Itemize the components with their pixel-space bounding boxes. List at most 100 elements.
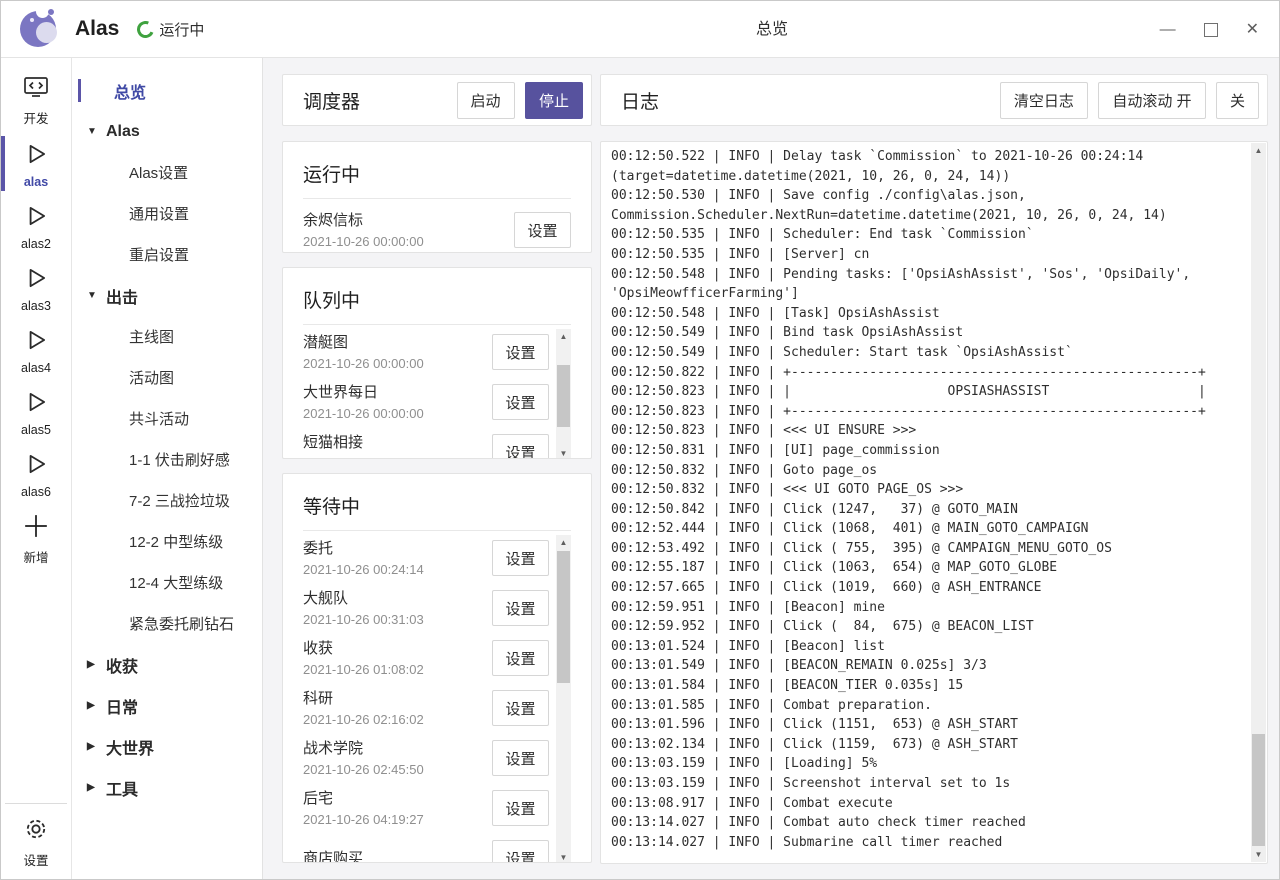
task-time: 2021-10-26 00:31:03 bbox=[303, 610, 492, 630]
sidebar-instance-item[interactable]: alas3 bbox=[1, 257, 71, 318]
task-row: 潜艇图 2021-10-26 00:00:00 设置 bbox=[303, 327, 549, 377]
task-row: 战术学院 2021-10-26 02:45:50 设置 bbox=[303, 733, 549, 783]
scrollbar-thumb[interactable] bbox=[1252, 734, 1265, 846]
nav-item[interactable]: 重启设置 bbox=[72, 234, 262, 275]
nav-item-label: 12-4 大型练级 bbox=[129, 572, 223, 593]
task-name: 潜艇图 bbox=[303, 331, 492, 354]
pending-title: 队列中 bbox=[303, 280, 571, 324]
task-time: 2021-10-26 00:00:00 bbox=[303, 354, 492, 374]
task-row: 商店购买 设置 bbox=[303, 833, 549, 863]
nav-item[interactable]: Alas设置 bbox=[72, 152, 262, 193]
scrollbar-thumb[interactable] bbox=[557, 551, 570, 683]
nav-arrow-icon: ▶ bbox=[87, 782, 106, 793]
log-column: 日志 清空日志 自动滚动 开 关 00:12:50.522 | INFO | D… bbox=[600, 74, 1268, 880]
log-line: 00:13:01.585 | INFO | Combat preparation… bbox=[611, 696, 1241, 716]
log-line: 00:13:02.134 | INFO | Click (1159, 673) … bbox=[611, 735, 1241, 755]
task-settings-button[interactable]: 设置 bbox=[492, 840, 549, 863]
task-time: 2021-10-26 04:19:27 bbox=[303, 810, 492, 830]
scroll-down-icon[interactable]: ▼ bbox=[556, 851, 571, 863]
task-name: 短猫相接 bbox=[303, 431, 492, 454]
scheduler-stop-button[interactable]: 停止 bbox=[525, 82, 583, 119]
sidebar-item-label: alas bbox=[24, 175, 48, 189]
settings-label: 设置 bbox=[23, 850, 48, 869]
task-settings-button[interactable]: 设置 bbox=[514, 212, 571, 248]
nav-item[interactable]: ▼ 出击 bbox=[72, 275, 262, 316]
scroll-down-icon[interactable]: ▼ bbox=[556, 447, 571, 459]
task-time: 2021-10-26 01:08:02 bbox=[303, 660, 492, 680]
scrollbar-thumb[interactable] bbox=[557, 365, 570, 427]
nav-item-label: 12-2 中型练级 bbox=[129, 531, 223, 552]
close-button[interactable]: ✕ bbox=[1246, 22, 1259, 38]
nav-item[interactable]: 总览 bbox=[72, 70, 262, 111]
nav-item-label: Alas设置 bbox=[129, 162, 188, 183]
task-info: 余烬信标 2021-10-26 00:00:00 bbox=[303, 209, 514, 252]
nav-item[interactable]: 共斗活动 bbox=[72, 398, 262, 439]
log-scrollbar[interactable]: ▲ ▼ bbox=[1251, 143, 1266, 862]
nav-item[interactable]: ▶ 收获 bbox=[72, 644, 262, 685]
log-panel-header: 日志 清空日志 自动滚动 开 关 bbox=[600, 74, 1268, 126]
task-settings-button[interactable]: 设置 bbox=[492, 434, 549, 459]
task-settings-button[interactable]: 设置 bbox=[492, 640, 549, 676]
maximize-button[interactable] bbox=[1204, 23, 1218, 37]
log-title: 日志 bbox=[621, 87, 659, 114]
sidebar-instance-item[interactable]: alas bbox=[1, 133, 71, 194]
nav-item[interactable]: 主线图 bbox=[72, 316, 262, 357]
task-info: 潜艇图 2021-10-26 00:00:00 bbox=[303, 331, 492, 374]
sidebar-instance-item[interactable]: alas5 bbox=[1, 381, 71, 442]
minimize-button[interactable]: — bbox=[1160, 22, 1176, 38]
task-settings-button[interactable]: 设置 bbox=[492, 590, 549, 626]
task-settings-button[interactable]: 设置 bbox=[492, 334, 549, 370]
log-line: 00:12:50.823 | INFO | +-----------------… bbox=[611, 402, 1241, 422]
sidebar-instance-item[interactable]: 新增 bbox=[1, 505, 71, 571]
autoscroll-off-button[interactable]: 关 bbox=[1216, 82, 1259, 119]
task-settings-button[interactable]: 设置 bbox=[492, 384, 549, 420]
task-name: 后宅 bbox=[303, 787, 492, 810]
plus-icon bbox=[23, 513, 49, 544]
log-line: 00:13:08.917 | INFO | Combat execute bbox=[611, 794, 1241, 814]
nav-item[interactable]: 12-2 中型练级 bbox=[72, 521, 262, 562]
divider bbox=[303, 198, 571, 199]
sidebar-item-label: 新增 bbox=[23, 547, 48, 566]
nav-item[interactable]: 7-2 三战捡垃圾 bbox=[72, 480, 262, 521]
task-settings-button[interactable]: 设置 bbox=[492, 540, 549, 576]
nav-item[interactable]: 活动图 bbox=[72, 357, 262, 398]
task-info: 科研 2021-10-26 02:16:02 bbox=[303, 687, 492, 730]
nav-item[interactable]: ▶ 日常 bbox=[72, 685, 262, 726]
sidebar-instance-item[interactable]: alas6 bbox=[1, 443, 71, 504]
log-line: 00:13:01.524 | INFO | [Beacon] list bbox=[611, 637, 1241, 657]
scroll-up-icon[interactable]: ▲ bbox=[1251, 144, 1266, 157]
log-line: 00:12:50.822 | INFO | +-----------------… bbox=[611, 363, 1241, 383]
pending-scrollbar[interactable]: ▲ ▼ bbox=[556, 329, 571, 459]
task-settings-button[interactable]: 设置 bbox=[492, 740, 549, 776]
waiting-scrollbar[interactable]: ▲ ▼ bbox=[556, 535, 571, 863]
nav-item[interactable]: 通用设置 bbox=[72, 193, 262, 234]
task-row: 后宅 2021-10-26 04:19:27 设置 bbox=[303, 783, 549, 833]
nav-item[interactable]: 1-1 伏击刷好感 bbox=[72, 439, 262, 480]
scheduler-start-button[interactable]: 启动 bbox=[457, 82, 515, 119]
task-name: 收获 bbox=[303, 637, 492, 660]
waiting-list: 委托 2021-10-26 00:24:14 设置 大舰队 2021- bbox=[303, 533, 571, 863]
scroll-down-icon[interactable]: ▼ bbox=[1251, 848, 1266, 861]
log-view[interactable]: 00:12:50.522 | INFO | Delay task `Commis… bbox=[600, 141, 1268, 864]
task-settings-button[interactable]: 设置 bbox=[492, 790, 549, 826]
nav-item[interactable]: ▶ 工具 bbox=[72, 767, 262, 808]
task-settings-button[interactable]: 设置 bbox=[492, 690, 549, 726]
nav-item[interactable]: ▼ Alas bbox=[72, 111, 262, 152]
sidebar-instance-item[interactable]: alas2 bbox=[1, 195, 71, 256]
autoscroll-on-button[interactable]: 自动滚动 开 bbox=[1098, 82, 1205, 119]
scroll-up-icon[interactable]: ▲ bbox=[556, 330, 571, 343]
pending-list: 潜艇图 2021-10-26 00:00:00 设置 大世界每日 20 bbox=[303, 327, 571, 459]
task-info: 收获 2021-10-26 01:08:02 bbox=[303, 637, 492, 680]
nav-item[interactable]: 紧急委托刷钻石 bbox=[72, 603, 262, 644]
clear-log-button[interactable]: 清空日志 bbox=[1000, 82, 1088, 119]
sidebar-instance-item[interactable]: alas4 bbox=[1, 319, 71, 380]
sidebar-instance-item[interactable]: 开发 bbox=[1, 66, 71, 132]
sidebar-item-settings[interactable]: 设置 bbox=[1, 804, 71, 879]
log-line: 00:13:14.027 | INFO | Combat auto check … bbox=[611, 813, 1241, 833]
nav-item[interactable]: 12-4 大型练级 bbox=[72, 562, 262, 603]
titlebar: Alas 运行中 总览 — ✕ bbox=[1, 1, 1279, 58]
nav-item[interactable]: ▶ 大世界 bbox=[72, 726, 262, 767]
scroll-up-icon[interactable]: ▲ bbox=[556, 536, 571, 549]
task-time: 2021-10-26 02:16:02 bbox=[303, 710, 492, 730]
log-line: 00:12:50.549 | INFO | Bind task OpsiAshA… bbox=[611, 323, 1241, 343]
